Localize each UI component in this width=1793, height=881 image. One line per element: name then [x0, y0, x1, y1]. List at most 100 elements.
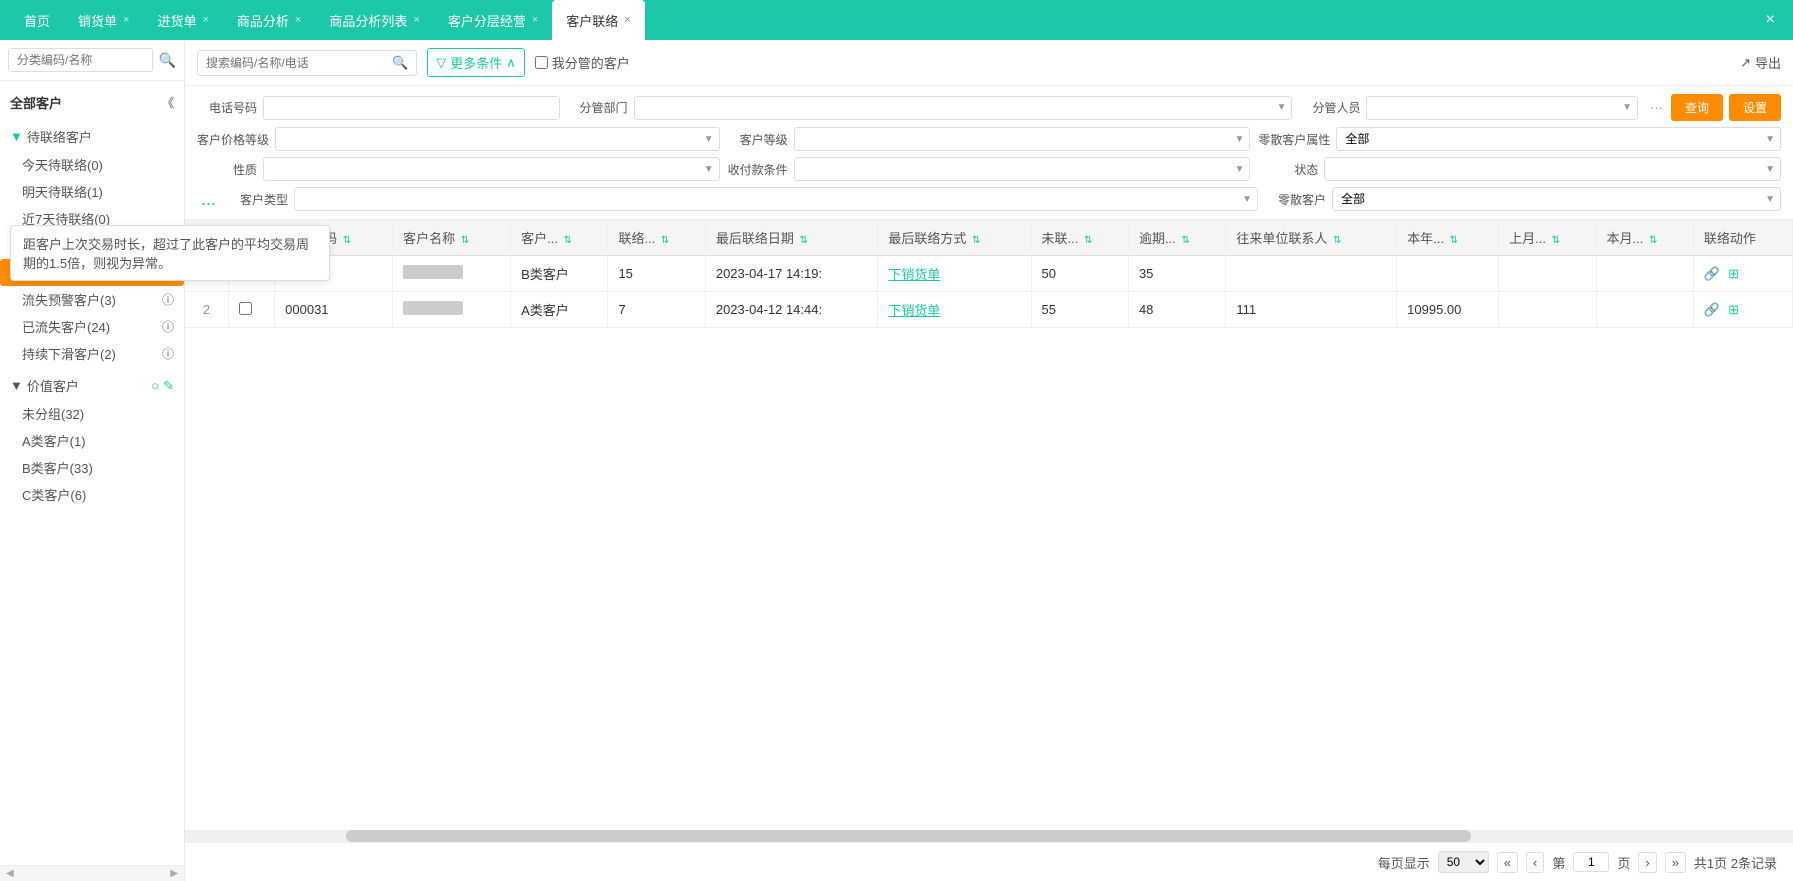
sidebar-item-class-a[interactable]: A类客户(1) [0, 427, 184, 454]
row-2-checkbox[interactable] [229, 292, 275, 328]
declining-info-icon[interactable]: ⓘ [162, 345, 174, 362]
close-product-list-tab-icon[interactable]: × [413, 14, 419, 26]
th-this-month[interactable]: 本月... ⇅ [1596, 220, 1693, 256]
value-group-edit-icon[interactable]: ✎ [163, 378, 174, 394]
nav-tab-customer-segmentation[interactable]: 客户分层经营 × [434, 0, 552, 40]
value-group-arrow-icon: ▼ [10, 378, 23, 393]
sidebar-search-input[interactable] [8, 48, 153, 72]
row-2-link-icon[interactable]: 🔗 [1704, 302, 1720, 318]
toolbar-search-input[interactable] [206, 56, 386, 70]
my-customer-checkbox[interactable] [535, 56, 548, 69]
filter-manager: 分管人员 ▼ ··· [1300, 96, 1663, 120]
manager-select[interactable] [1366, 96, 1638, 120]
sidebar-item-class-b[interactable]: B类客户(33) [0, 454, 184, 481]
sidebar-search-icon[interactable]: 🔍 [159, 52, 176, 69]
manager-label: 分管人员 [1300, 99, 1360, 116]
prev-page-button[interactable]: ‹ [1526, 852, 1544, 873]
next-page-button[interactable]: › [1638, 852, 1656, 873]
nav-tab-sales[interactable]: 销货单 × [64, 0, 143, 40]
row-2-grid-icon[interactable]: ⊞ [1728, 302, 1739, 318]
filter-status: 状态 ▼ [1258, 157, 1781, 181]
retail-customer-label: 零散客户 [1266, 191, 1326, 208]
row-2-this-month [1596, 292, 1693, 328]
sidebar-pending-title[interactable]: ▼ 待联络客户 [0, 122, 184, 151]
filter-retail-customer: 零散客户 全部 ▼ [1266, 187, 1781, 211]
export-button[interactable]: ↗ 导出 [1740, 53, 1781, 72]
close-customer-contact-tab-icon[interactable]: × [624, 14, 630, 26]
gender-select[interactable] [263, 157, 720, 181]
settings-button[interactable]: 设置 [1729, 94, 1781, 121]
lost-info-icon[interactable]: ⓘ [162, 318, 174, 335]
close-purchase-tab-icon[interactable]: × [202, 14, 208, 26]
status-select[interactable] [1324, 157, 1781, 181]
th-contact-count[interactable]: 联络... ⇅ [608, 220, 705, 256]
dept-select[interactable] [634, 96, 1293, 120]
sidebar-value-group-header[interactable]: ▼ 价值客户 ○ ✎ [0, 371, 184, 400]
value-group-circle-icon[interactable]: ○ [151, 378, 159, 394]
row-1-grid-icon[interactable]: ⊞ [1728, 266, 1739, 282]
sidebar-search-area: 🔍 [0, 40, 184, 81]
row-1-link-icon[interactable]: 🔗 [1704, 266, 1720, 282]
last-page-button[interactable]: » [1665, 852, 1686, 873]
th-no-contact[interactable]: 未联... ⇅ [1031, 220, 1128, 256]
th-overdue[interactable]: 逾期... ⇅ [1128, 220, 1225, 256]
row-1-contact-person [1226, 256, 1397, 292]
customer-type-select[interactable] [294, 187, 1258, 211]
toolbar-search-icon[interactable]: 🔍 [392, 55, 408, 71]
scrollbar-thumb[interactable] [346, 830, 1472, 842]
row-num-2: 2 [185, 292, 229, 328]
customer-table: ⚙ 客户编码 ⇅ 客户名称 ⇅ [185, 220, 1793, 328]
sidebar-item-today-pending[interactable]: 今天待联络(0) [0, 151, 184, 178]
th-last-month[interactable]: 上月... ⇅ [1499, 220, 1596, 256]
sidebar-item-declining[interactable]: 持续下滑客户(2) ⓘ [0, 340, 184, 367]
sidebar-item-class-c[interactable]: C类客户(6) [0, 481, 184, 508]
level-sort-icon: ⇅ [564, 235, 572, 246]
close-customer-seg-tab-icon[interactable]: × [532, 14, 538, 26]
retail-attr-select[interactable]: 全部 [1336, 127, 1781, 151]
close-sales-tab-icon[interactable]: × [123, 14, 129, 26]
sidebar-right-arrow[interactable]: ▶ [170, 868, 178, 879]
th-last-contact-type[interactable]: 最后联络方式 ⇅ [878, 220, 1031, 256]
sidebar-left-arrow[interactable]: ◀ [6, 868, 14, 879]
sidebar-value-group: ▼ 价值客户 ○ ✎ 未分组(32) A类客户(1) B类客户(33) [0, 371, 184, 508]
phone-input[interactable] [263, 96, 560, 120]
th-last-contact-date[interactable]: 最后联络日期 ⇅ [705, 220, 878, 256]
data-table-area: ⚙ 客户编码 ⇅ 客户名称 ⇅ [185, 220, 1793, 830]
sidebar-item-lost-preview[interactable]: 流失预警客户(3) ⓘ [0, 286, 184, 313]
window-close-button[interactable]: × [1758, 11, 1783, 29]
filter-more-button[interactable]: ... [197, 189, 220, 210]
nav-tab-home[interactable]: 首页 [10, 0, 64, 40]
customer-level-select[interactable] [794, 127, 1251, 151]
nav-tab-product-analysis[interactable]: 商品分析 × [223, 0, 315, 40]
per-page-select[interactable]: 50 10 20 100 [1438, 851, 1489, 873]
page-number-input[interactable] [1573, 852, 1609, 872]
nav-tab-customer-contact[interactable]: 客户联络 × [552, 0, 644, 40]
sidebar-collapse-button[interactable]: 《 [162, 94, 174, 111]
nav-tab-purchase[interactable]: 进货单 × [143, 0, 222, 40]
sidebar-item-tomorrow-pending[interactable]: 明天待联络(1) [0, 178, 184, 205]
sidebar-item-lost[interactable]: 已流失客户(24) ⓘ [0, 313, 184, 340]
th-level[interactable]: 客户... ⇅ [511, 220, 608, 256]
retail-customer-select[interactable]: 全部 [1332, 187, 1781, 211]
sidebar-item-unclassified[interactable]: 未分组(32) [0, 400, 184, 427]
lost-preview-info-icon[interactable]: ⓘ [162, 291, 174, 308]
filter-customer-level: 客户等级 ▼ [728, 127, 1251, 151]
row-2-last-contact-type[interactable]: 下销货单 [878, 292, 1031, 328]
horizontal-scrollbar[interactable] [185, 830, 1793, 842]
manager-more-icon[interactable]: ··· [1650, 100, 1663, 115]
th-this-year[interactable]: 本年... ⇅ [1397, 220, 1499, 256]
more-conditions-button[interactable]: ▽ 更多条件 ∧ [427, 48, 525, 77]
this-month-sort-icon: ⇅ [1649, 235, 1657, 246]
close-product-analysis-tab-icon[interactable]: × [295, 14, 301, 26]
th-contact-person[interactable]: 往来单位联系人 ⇅ [1226, 220, 1397, 256]
nav-tab-product-analysis-list[interactable]: 商品分析列表 × [315, 0, 433, 40]
row-1-last-contact-type[interactable]: 下销货单 [878, 256, 1031, 292]
payment-select[interactable] [794, 157, 1251, 181]
price-level-select[interactable] [275, 127, 720, 151]
total-records-label: 共1页 2条记录 [1694, 853, 1777, 872]
this-year-sort-icon: ⇅ [1450, 235, 1458, 246]
query-button[interactable]: 查询 [1671, 94, 1723, 121]
first-page-button[interactable]: « [1497, 852, 1518, 873]
left-sidebar: 🔍 全部客户 《 ▼ 待联络客户 今天待联络(0) 明天待联络(1) 近7天 [0, 40, 185, 881]
th-name[interactable]: 客户名称 ⇅ [393, 220, 511, 256]
